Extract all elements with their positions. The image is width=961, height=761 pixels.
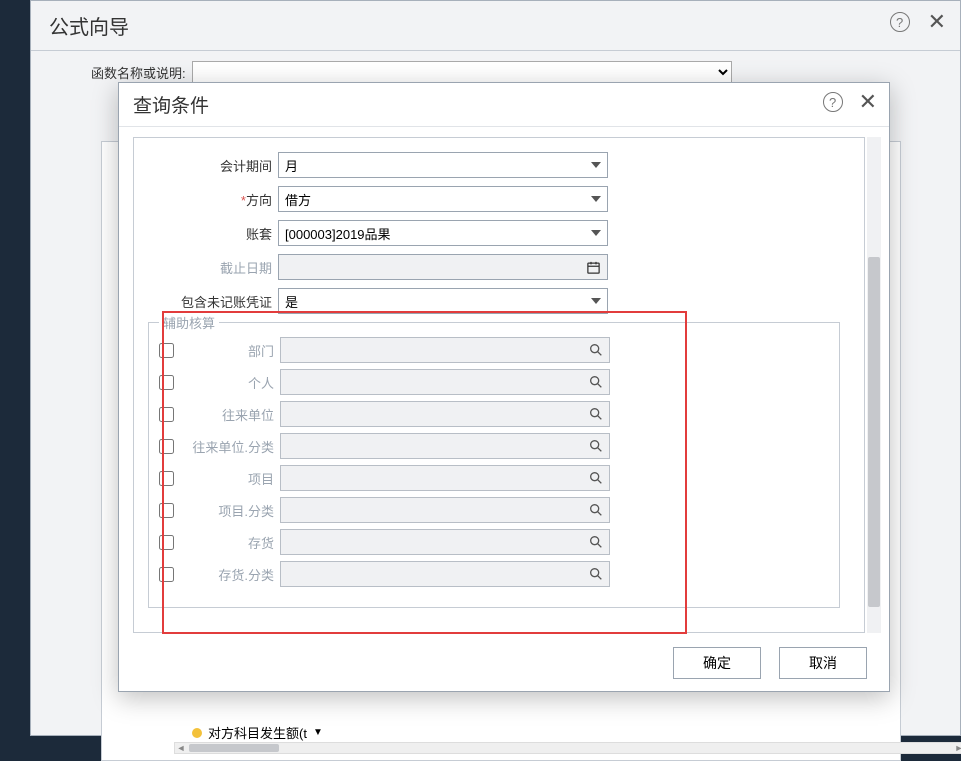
ledger-select[interactable]: [000003]2019品果 bbox=[278, 220, 608, 246]
includeunposted-value: 是 bbox=[285, 292, 298, 311]
outer-dialog-title: 公式向导 bbox=[49, 17, 129, 39]
search-icon bbox=[588, 566, 604, 582]
function-name-label: 函数名称或说明: bbox=[91, 63, 186, 82]
cancel-button[interactable]: 取消 bbox=[779, 647, 867, 679]
horizontal-scrollbar[interactable]: ◄ ► bbox=[174, 742, 961, 754]
aux-lookup-input[interactable] bbox=[280, 401, 610, 427]
search-icon bbox=[588, 438, 604, 454]
enddate-label: 截止日期 bbox=[148, 258, 278, 277]
aux-row-corr: 往来单位 bbox=[159, 401, 817, 427]
aux-lookup-input[interactable] bbox=[280, 465, 610, 491]
aux-lookup-input[interactable] bbox=[280, 337, 610, 363]
aux-checkbox[interactable] bbox=[159, 343, 174, 358]
close-icon[interactable]: ✕ bbox=[859, 91, 877, 113]
scroll-thumb[interactable] bbox=[868, 257, 880, 607]
aux-checkbox[interactable] bbox=[159, 567, 174, 582]
aux-row-project: 项目 bbox=[159, 465, 817, 491]
help-icon[interactable]: ? bbox=[823, 92, 843, 112]
aux-lookup-input[interactable] bbox=[280, 561, 610, 587]
aux-label: 项目 bbox=[184, 469, 280, 488]
aux-row-inventory-cat: 存货.分类 bbox=[159, 561, 817, 587]
function-name-select[interactable] bbox=[192, 61, 732, 83]
enddate-input[interactable] bbox=[278, 254, 608, 280]
aux-label: 存货.分类 bbox=[184, 565, 280, 584]
vertical-scrollbar[interactable] bbox=[867, 137, 881, 633]
aux-label: 往来单位 bbox=[184, 405, 280, 424]
chevron-down-icon bbox=[591, 230, 601, 236]
close-icon[interactable]: ✕ bbox=[928, 11, 946, 33]
aux-row-person: 个人 bbox=[159, 369, 817, 395]
chevron-down-icon bbox=[591, 298, 601, 304]
aux-lookup-input[interactable] bbox=[280, 369, 610, 395]
aux-accounting-fieldset: 辅助核算 部门 个人 往来 bbox=[148, 322, 840, 608]
ledger-label: 账套 bbox=[148, 224, 278, 243]
search-icon bbox=[588, 502, 604, 518]
aux-checkbox[interactable] bbox=[159, 439, 174, 454]
ledger-value: [000003]2019品果 bbox=[285, 224, 391, 243]
aux-lookup-input[interactable] bbox=[280, 529, 610, 555]
aux-checkbox[interactable] bbox=[159, 503, 174, 518]
outer-dialog-title-bar: 公式向导 ? ✕ bbox=[31, 1, 960, 50]
aux-label: 部门 bbox=[184, 341, 280, 360]
search-icon bbox=[588, 342, 604, 358]
aux-row-inventory: 存货 bbox=[159, 529, 817, 555]
inner-dialog-title-bar: 查询条件 ? ✕ bbox=[119, 83, 889, 127]
dropdown-icon: ▼ bbox=[313, 727, 323, 738]
aux-label: 存货 bbox=[184, 533, 280, 552]
aux-checkbox[interactable] bbox=[159, 471, 174, 486]
scroll-left-icon[interactable]: ◄ bbox=[175, 743, 187, 753]
direction-value: 借方 bbox=[285, 190, 311, 209]
bullet-icon bbox=[192, 728, 202, 738]
search-icon bbox=[588, 374, 604, 390]
tree-bottom-item[interactable]: 对方科目发生额(t ▼ bbox=[192, 723, 323, 742]
inner-dialog-body: 会计期间 月 *方向 借方 账套 [000003]2019品果 bbox=[119, 127, 889, 693]
chevron-down-icon bbox=[591, 162, 601, 168]
search-icon bbox=[588, 470, 604, 486]
aux-checkbox[interactable] bbox=[159, 375, 174, 390]
aux-checkbox[interactable] bbox=[159, 407, 174, 422]
ok-button[interactable]: 确定 bbox=[673, 647, 761, 679]
includeunposted-select[interactable]: 是 bbox=[278, 288, 608, 314]
aux-label: 个人 bbox=[184, 373, 280, 392]
aux-checkbox[interactable] bbox=[159, 535, 174, 550]
inner-dialog-title: 查询条件 bbox=[133, 96, 209, 117]
aux-row-project-cat: 项目.分类 bbox=[159, 497, 817, 523]
direction-label: *方向 bbox=[148, 190, 278, 209]
tree-item-label: 对方科目发生额(t bbox=[208, 723, 307, 742]
search-icon bbox=[588, 406, 604, 422]
form-panel: 会计期间 月 *方向 借方 账套 [000003]2019品果 bbox=[133, 137, 865, 633]
aux-legend: 辅助核算 bbox=[159, 313, 219, 332]
scroll-right-icon[interactable]: ► bbox=[953, 743, 961, 753]
period-value: 月 bbox=[285, 156, 298, 175]
aux-lookup-input[interactable] bbox=[280, 497, 610, 523]
aux-row-corr-cat: 往来单位.分类 bbox=[159, 433, 817, 459]
chevron-down-icon bbox=[591, 196, 601, 202]
period-label: 会计期间 bbox=[148, 156, 278, 175]
period-select[interactable]: 月 bbox=[278, 152, 608, 178]
aux-row-dept: 部门 bbox=[159, 337, 817, 363]
aux-label: 往来单位.分类 bbox=[184, 437, 280, 456]
direction-select[interactable]: 借方 bbox=[278, 186, 608, 212]
help-icon[interactable]: ? bbox=[890, 12, 910, 32]
aux-label: 项目.分类 bbox=[184, 501, 280, 520]
includeunposted-label: 包含未记账凭证 bbox=[148, 292, 278, 311]
search-icon bbox=[588, 534, 604, 550]
scroll-thumb[interactable] bbox=[189, 744, 279, 752]
query-condition-dialog: 查询条件 ? ✕ 会计期间 月 *方向 借方 bbox=[118, 82, 890, 692]
aux-lookup-input[interactable] bbox=[280, 433, 610, 459]
calendar-icon bbox=[586, 260, 601, 275]
